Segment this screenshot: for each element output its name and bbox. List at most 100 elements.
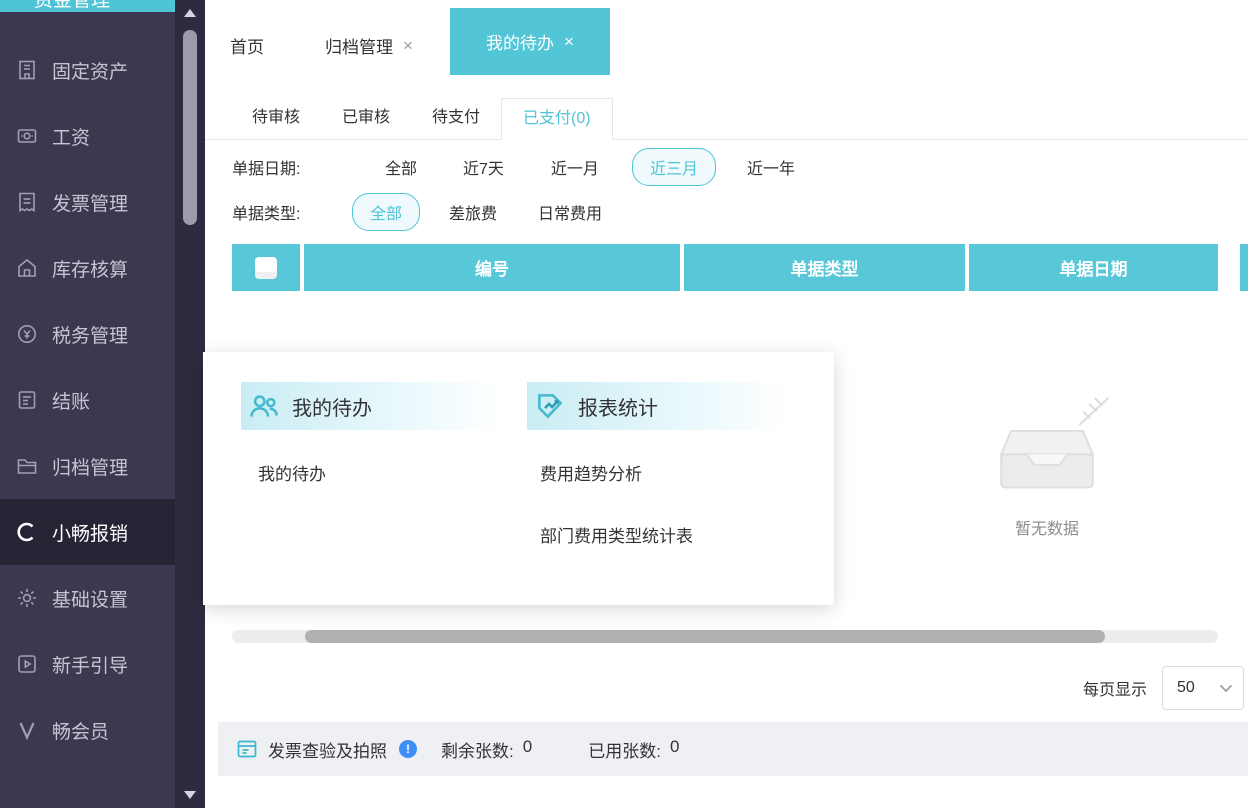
todo-report-popup: 我的待办 我的待办 报表统计 费用趋势分析 部门费用类型统计表 [203, 352, 834, 605]
popup-section-header: 我的待办 [241, 382, 501, 430]
sidebar-item-label: 发票管理 [52, 193, 129, 215]
used-label: 已用张数: [588, 741, 661, 761]
used-value: 0 [669, 736, 680, 756]
type-option-daily[interactable]: 日常费用 [538, 200, 602, 224]
info-icon[interactable]: ! [399, 740, 417, 758]
tax-coin-icon [15, 322, 39, 346]
date-filter-row: 单据日期: 全部 近7天 近一月 近三月 近一年 [232, 144, 1248, 189]
invoice-check-bar: 发票查验及拍照 ! 剩余张数: 0 已用张数: 0 [218, 722, 1248, 776]
empty-box-icon [1000, 397, 1110, 489]
horizontal-scrollbar [232, 630, 1218, 643]
sidebar-item-label: 工资 [52, 127, 91, 149]
popup-section-todo: 我的待办 我的待办 [241, 382, 501, 522]
table-header: 编号 单据类型 单据日期 [232, 244, 1248, 291]
remaining-value: 0 [522, 736, 533, 756]
sidebar-scrollbar [175, 0, 205, 808]
building-icon [15, 58, 39, 82]
sidebar-item-invoice-mgmt[interactable]: 发票管理 [0, 169, 175, 235]
tab-my-todo[interactable]: 我的待办 × [450, 8, 610, 75]
c-logo-icon [15, 520, 39, 544]
remaining-label: 剩余张数: [441, 741, 514, 761]
invoice-scan-icon [235, 737, 259, 761]
salary-card-icon [15, 124, 39, 148]
close-icon[interactable]: × [564, 32, 574, 52]
subtab-reviewed[interactable]: 已审核 [321, 98, 411, 140]
empty-state-text: 暂无数据 [1014, 521, 1079, 538]
invoice-check-link[interactable]: 发票查验及拍照 [268, 737, 387, 762]
popup-section-reports: 报表统计 费用趋势分析 部门费用类型统计表 [527, 382, 787, 584]
sidebar-item-label: 税务管理 [52, 325, 129, 347]
sidebar-item-settings[interactable]: 基础设置 [0, 565, 175, 631]
pagination: 每页显示 50 [1083, 664, 1244, 712]
type-filter-row: 单据类型: 全部 差旅费 日常费用 [232, 189, 1248, 234]
tab-archive[interactable]: 归档管理 × [325, 33, 413, 58]
play-guide-icon [15, 652, 39, 676]
column-header-date: 单据日期 [969, 244, 1218, 291]
date-filter-label: 单据日期: [232, 160, 301, 178]
date-option-year[interactable]: 近一年 [747, 155, 795, 179]
page-size-select[interactable]: 50 [1162, 666, 1244, 710]
subtab-paid[interactable]: 已支付(0) [501, 98, 613, 140]
date-option-all[interactable]: 全部 [385, 155, 417, 179]
sidebar-item-archive[interactable]: 归档管理 [0, 433, 175, 499]
sidebar-item-label: 归档管理 [52, 457, 129, 479]
filter-panel: 单据日期: 全部 近7天 近一月 近三月 近一年 单据类型: 全部 差旅费 日常… [205, 140, 1248, 234]
used-count: 已用张数: 0 [588, 737, 679, 762]
sidebar-item-salary[interactable]: 工资 [0, 103, 175, 169]
type-option-travel[interactable]: 差旅费 [449, 200, 497, 224]
sidebar-item-inventory[interactable]: 库存核算 [0, 235, 175, 301]
sidebar-item-label: 小畅报销 [52, 523, 129, 545]
tab-label: 归档管理 [325, 38, 393, 57]
close-icon[interactable]: × [403, 36, 413, 56]
sidebar-item-closing[interactable]: 结账 [0, 367, 175, 433]
sidebar-item-label: 畅会员 [52, 721, 110, 743]
date-option-3months-selected[interactable]: 近三月 [631, 147, 716, 186]
sidebar-item-tax[interactable]: 税务管理 [0, 301, 175, 367]
popup-section-header: 报表统计 [527, 382, 787, 430]
scroll-up-arrow[interactable] [175, 0, 205, 26]
column-header-number: 编号 [304, 244, 680, 291]
table-header-edge [1240, 244, 1248, 291]
sidebar: 资金管理 固定资产 工资 发票管理 库存核算 税务管理 结账 归档管理 小畅报销… [0, 0, 175, 808]
page-size-label: 每页显示 [1082, 682, 1147, 699]
subtab-pending-pay[interactable]: 待支付 [411, 98, 501, 140]
subtab-pending-review[interactable]: 待审核 [231, 98, 321, 140]
sidebar-item-label: 资金管理 [34, 0, 111, 11]
sidebar-item-label: 固定资产 [52, 61, 129, 83]
sidebar-item-fixed-assets[interactable]: 固定资产 [0, 37, 175, 103]
date-option-month[interactable]: 近一月 [551, 155, 599, 179]
column-header-type: 单据类型 [684, 244, 965, 291]
popup-section-title: 报表统计 [578, 397, 658, 420]
page-size-value: 50 [1177, 679, 1195, 696]
v-member-icon [15, 718, 39, 742]
sidebar-item-guide[interactable]: 新手引导 [0, 631, 175, 697]
scrollbar-thumb[interactable] [183, 30, 197, 225]
sidebar-item-member[interactable]: 畅会员 [0, 697, 175, 763]
main-content: 首页 归档管理 × 我的待办 × 待审核 已审核 待支付 已支付(0) 单据日期… [203, 0, 1248, 808]
sidebar-item-funds[interactable]: 资金管理 [0, 0, 175, 12]
popup-item-my-todo[interactable]: 我的待办 [258, 460, 501, 485]
popup-item-expense-trend[interactable]: 费用趋势分析 [540, 460, 787, 485]
popup-item-list: 我的待办 [241, 460, 501, 485]
sidebar-item-expense[interactable]: 小畅报销 [0, 499, 175, 565]
warehouse-icon [15, 256, 39, 280]
invoice-icon [15, 190, 39, 214]
app-window: 资金管理 固定资产 工资 发票管理 库存核算 税务管理 结账 归档管理 小畅报销… [0, 0, 1248, 808]
tab-home[interactable]: 首页 [230, 33, 264, 58]
popup-item-dept-expense-table[interactable]: 部门费用类型统计表 [540, 522, 787, 547]
horizontal-scrollbar-thumb[interactable] [305, 630, 1105, 643]
ledger-icon [15, 388, 39, 412]
popup-item-list: 费用趋势分析 部门费用类型统计表 [527, 460, 787, 547]
type-filter-label: 单据类型: [232, 205, 301, 223]
date-option-7days[interactable]: 近7天 [463, 155, 504, 179]
tab-bar: 首页 归档管理 × 我的待办 × [205, 0, 1248, 98]
select-all-checkbox[interactable] [255, 256, 277, 279]
remaining-count: 剩余张数: 0 [441, 737, 532, 762]
type-option-all-selected[interactable]: 全部 [352, 192, 421, 231]
sidebar-item-label: 基础设置 [52, 589, 129, 611]
users-icon [250, 395, 278, 417]
empty-state: 暂无数据 [962, 392, 1132, 539]
folder-icon [15, 454, 39, 478]
scroll-down-arrow[interactable] [175, 782, 205, 808]
sidebar-nav: 固定资产 工资 发票管理 库存核算 税务管理 结账 归档管理 小畅报销 基础设置… [0, 12, 175, 763]
